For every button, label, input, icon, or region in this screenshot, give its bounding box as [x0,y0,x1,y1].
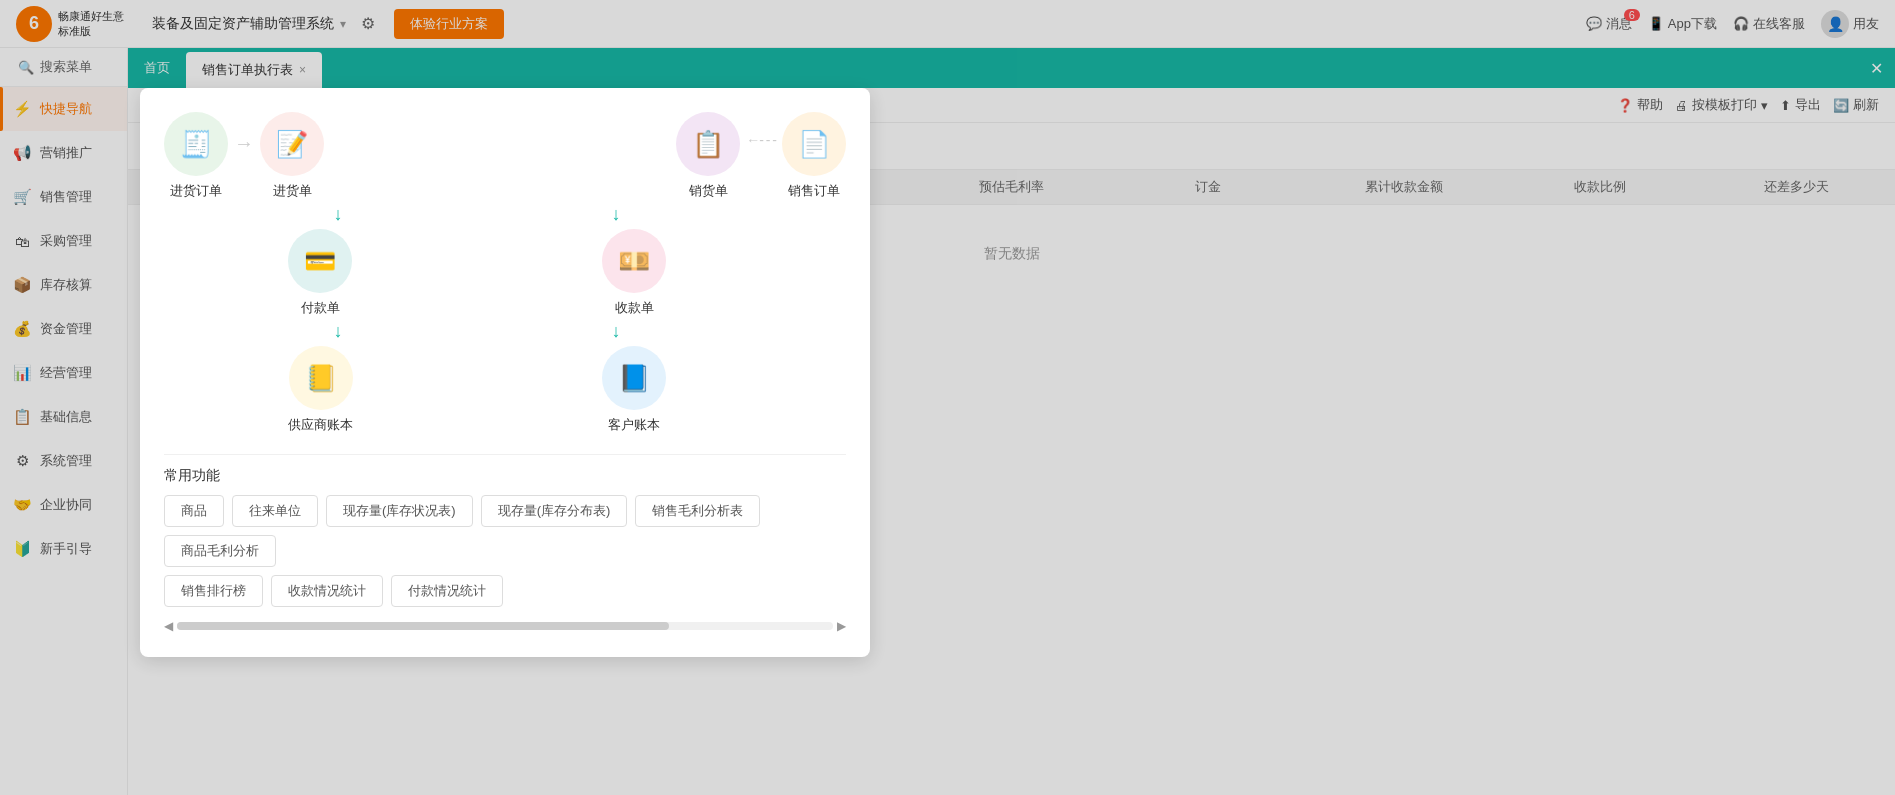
func-btn-sales-rank[interactable]: 销售排行榜 [164,575,263,607]
customer-ledger-icon: 📘 [602,346,666,410]
modal-scrollbar[interactable] [177,622,833,630]
receipt-bill-node[interactable]: 💴 收款单 [602,229,666,317]
func-btn-row-1: 商品 往来单位 现存量(库存状况表) 现存量(库存分布表) 销售毛利分析表 商品… [164,495,846,567]
receipt-bill-label: 收款单 [615,299,654,317]
common-func-title: 常用功能 [164,467,846,485]
purchase-bill-label: 进货单 [273,182,312,200]
purchase-order-label: 进货订单 [170,182,222,200]
sales-order-node[interactable]: 📄 销售订单 [782,112,846,200]
purchase-bill-node[interactable]: 📝 进货单 [260,112,324,200]
customer-ledger-node[interactable]: 📘 客户账本 [602,346,666,434]
flow-modal: 🧾 进货订单 → 📝 进货单 📋 销货单 ←- - - [140,88,870,657]
supplier-ledger-node[interactable]: 📒 供应商账本 [288,346,353,434]
receipt-bill-icon: 💴 [602,229,666,293]
common-functions-section: 常用功能 商品 往来单位 现存量(库存状况表) 现存量(库存分布表) 销售毛利分… [164,467,846,607]
sales-bill-icon: 📋 [676,112,740,176]
modal-overlay: 🧾 进货订单 → 📝 进货单 📋 销货单 ←- - - [0,0,1895,795]
func-btn-counterpart[interactable]: 往来单位 [232,495,318,527]
sales-order-label: 销售订单 [788,182,840,200]
sales-bill-node[interactable]: 📋 销货单 [676,112,740,200]
arrow-down-purchase: ↓ [288,204,388,225]
supplier-ledger-label: 供应商账本 [288,416,353,434]
func-btn-product[interactable]: 商品 [164,495,224,527]
func-btn-stock-dist[interactable]: 现存量(库存分布表) [481,495,628,527]
arrow-left-dashed: ←- - - [746,112,776,148]
arrow-down-payment: ↓ [288,321,388,342]
supplier-ledger-icon: 📒 [289,346,353,410]
payment-bill-node[interactable]: 💳 付款单 [288,229,352,317]
payment-bill-icon: 💳 [288,229,352,293]
payment-bill-label: 付款单 [301,299,340,317]
func-btn-row-2: 销售排行榜 收款情况统计 付款情况统计 [164,575,846,607]
arrow-down-sales: ↓ [566,204,666,225]
flow-diagram: 🧾 进货订单 → 📝 进货单 📋 销货单 ←- - - [164,112,846,434]
func-btn-receipt-stats[interactable]: 收款情况统计 [271,575,383,607]
arrow-right-1: → [234,112,254,155]
modal-scrollbar-container: ◀ ▶ [164,619,846,633]
func-btn-sales-margin[interactable]: 销售毛利分析表 [635,495,760,527]
scroll-left-arrow[interactable]: ◀ [164,619,173,633]
customer-ledger-label: 客户账本 [608,416,660,434]
sales-bill-label: 销货单 [689,182,728,200]
scroll-right-arrow[interactable]: ▶ [837,619,846,633]
purchase-bill-icon: 📝 [260,112,324,176]
modal-scrollbar-thumb [177,622,669,630]
purchase-order-icon: 🧾 [164,112,228,176]
purchase-order-node[interactable]: 🧾 进货订单 [164,112,228,200]
func-btn-stock-status[interactable]: 现存量(库存状况表) [326,495,473,527]
modal-divider [164,454,846,455]
func-btn-payment-stats[interactable]: 付款情况统计 [391,575,503,607]
arrow-down-receipt: ↓ [566,321,666,342]
sales-order-icon: 📄 [782,112,846,176]
func-btn-product-margin[interactable]: 商品毛利分析 [164,535,276,567]
